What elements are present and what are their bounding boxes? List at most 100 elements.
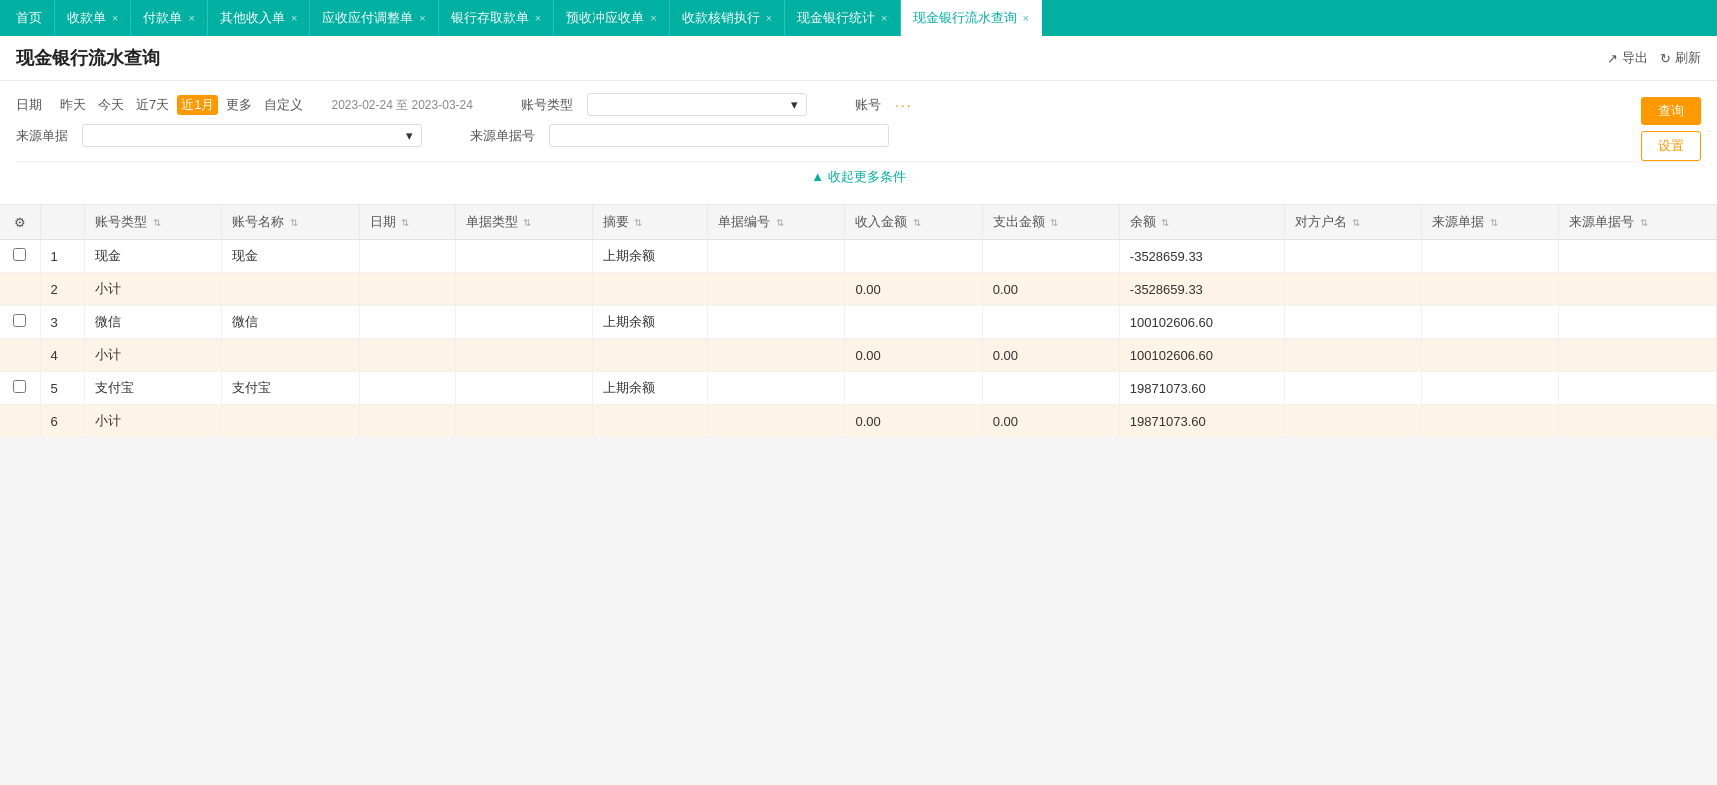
nav-tab-bank-stats-label: 现金银行统计 [797,9,875,27]
nav-tab-bank-stats[interactable]: 现金银行统计 × [785,0,900,36]
source-doc-select[interactable]: ▾ [82,124,422,147]
cell-expense: 0.00 [982,405,1119,438]
cell-income: 0.00 [845,339,982,372]
date-label: 日期 [16,96,42,114]
refresh-button[interactable]: ↻ 刷新 [1660,49,1701,67]
col-counterparty[interactable]: 对方户名 ⇅ [1284,205,1421,240]
close-collection-icon[interactable]: × [766,12,772,24]
date-opt-1month[interactable]: 近1月 [177,95,218,115]
cell-row-checkbox[interactable] [0,339,40,372]
sort-doc-type-icon: ⇅ [523,217,531,228]
close-advance-icon[interactable]: × [650,12,656,24]
cell-income [845,372,982,405]
nav-tab-bank-flow-label: 现金银行流水查询 [913,9,1017,27]
cell-source-doc-no [1559,240,1717,273]
date-opt-yesterday[interactable]: 昨天 [56,95,90,115]
table-row: 4小计0.000.00100102606.60 [0,339,1717,372]
close-bank-flow-icon[interactable]: × [1023,12,1029,24]
sort-doc-no-icon: ⇅ [776,217,784,228]
collapse-bar[interactable]: ▲ 收起更多条件 [16,161,1701,192]
nav-tab-bank-deposit[interactable]: 银行存取款单 × [439,0,554,36]
cell-row-checkbox[interactable] [0,405,40,438]
cell-date [359,405,455,438]
settings-button[interactable]: 设置 [1641,131,1701,161]
date-opt-custom[interactable]: 自定义 [260,95,307,115]
action-buttons: 查询 设置 [1641,97,1701,161]
nav-tab-other-income[interactable]: 其他收入单 × [208,0,310,36]
col-source-doc-no[interactable]: 来源单据号 ⇅ [1559,205,1717,240]
close-bank-deposit-icon[interactable]: × [535,12,541,24]
nav-tab-payments[interactable]: 付款单 × [131,0,207,36]
account-type-select[interactable]: ▾ [587,93,807,116]
col-summary[interactable]: 摘要 ⇅ [592,205,708,240]
settings-gear-icon[interactable]: ⚙ [14,215,26,230]
cell-counterparty [1284,339,1421,372]
export-button[interactable]: ↗ 导出 [1607,49,1648,67]
close-ar-ap-icon[interactable]: × [419,12,425,24]
table-container: ⚙ 账号类型 ⇅ 账号名称 ⇅ 日期 ⇅ 单据类型 ⇅ [0,205,1717,438]
source-doc-no-input[interactable] [549,124,889,147]
cell-expense [982,306,1119,339]
account-ellipsis-btn[interactable]: ··· [895,97,913,113]
nav-tab-collection[interactable]: 收款核销执行 × [670,0,785,36]
cell-row-index: 2 [40,273,85,306]
cell-account-name: 现金 [222,240,359,273]
cell-summary [592,339,708,372]
close-payments-icon[interactable]: × [188,12,194,24]
cell-account-type: 小计 [85,339,222,372]
cell-row-checkbox[interactable] [0,306,40,339]
close-other-income-icon[interactable]: × [291,12,297,24]
cell-income [845,240,982,273]
cell-row-checkbox[interactable] [0,273,40,306]
nav-tab-bank-flow[interactable]: 现金银行流水查询 × [901,0,1042,36]
cell-source-doc [1421,240,1558,273]
query-button[interactable]: 查询 [1641,97,1701,125]
date-opt-more[interactable]: 更多 [222,95,256,115]
cell-account-type: 小计 [85,405,222,438]
cell-doc-type [455,372,592,405]
nav-tab-collection-label: 收款核销执行 [682,9,760,27]
nav-tab-advance[interactable]: 预收冲应收单 × [554,0,669,36]
cell-source-doc [1421,405,1558,438]
cell-account-name [222,339,359,372]
date-opt-7days[interactable]: 近7天 [132,95,173,115]
nav-tab-receipts[interactable]: 收款单 × [55,0,131,36]
col-balance[interactable]: 余额 ⇅ [1119,205,1284,240]
cell-row-index: 6 [40,405,85,438]
col-doc-type[interactable]: 单据类型 ⇅ [455,205,592,240]
col-date[interactable]: 日期 ⇅ [359,205,455,240]
source-doc-label: 来源单据 [16,127,68,145]
table-row: 2小计0.000.00-3528659.33 [0,273,1717,306]
export-icon: ↗ [1607,51,1618,66]
col-account-name[interactable]: 账号名称 ⇅ [222,205,359,240]
col-settings[interactable]: ⚙ [0,205,40,240]
cell-account-name [222,273,359,306]
cell-date [359,273,455,306]
refresh-label: 刷新 [1675,49,1701,67]
cell-doc-no [708,372,845,405]
table-row: 1现金现金上期余额-3528659.33 [0,240,1717,273]
col-expense[interactable]: 支出金额 ⇅ [982,205,1119,240]
cell-balance: 100102606.60 [1119,339,1284,372]
col-account-type[interactable]: 账号类型 ⇅ [85,205,222,240]
date-opt-today[interactable]: 今天 [94,95,128,115]
nav-tab-ar-ap[interactable]: 应收应付调整单 × [310,0,438,36]
nav-tab-payments-label: 付款单 [143,9,182,27]
cell-balance: 19871073.60 [1119,372,1284,405]
close-receipts-icon[interactable]: × [112,12,118,24]
col-balance-label: 余额 [1130,214,1156,229]
cell-row-checkbox[interactable] [0,240,40,273]
close-bank-stats-icon[interactable]: × [881,12,887,24]
col-counterparty-label: 对方户名 [1295,214,1347,229]
cell-account-name: 支付宝 [222,372,359,405]
col-source-doc[interactable]: 来源单据 ⇅ [1421,205,1558,240]
cell-source-doc-no [1559,306,1717,339]
cell-row-checkbox[interactable] [0,372,40,405]
col-source-doc-no-label: 来源单据号 [1569,214,1634,229]
nav-tab-other-income-label: 其他收入单 [220,9,285,27]
nav-tab-home[interactable]: 首页 [4,0,55,36]
date-range-display: 2023-02-24 至 2023-03-24 [331,97,472,114]
col-income[interactable]: 收入金额 ⇅ [845,205,982,240]
cell-expense [982,372,1119,405]
col-doc-no[interactable]: 单据编号 ⇅ [708,205,845,240]
